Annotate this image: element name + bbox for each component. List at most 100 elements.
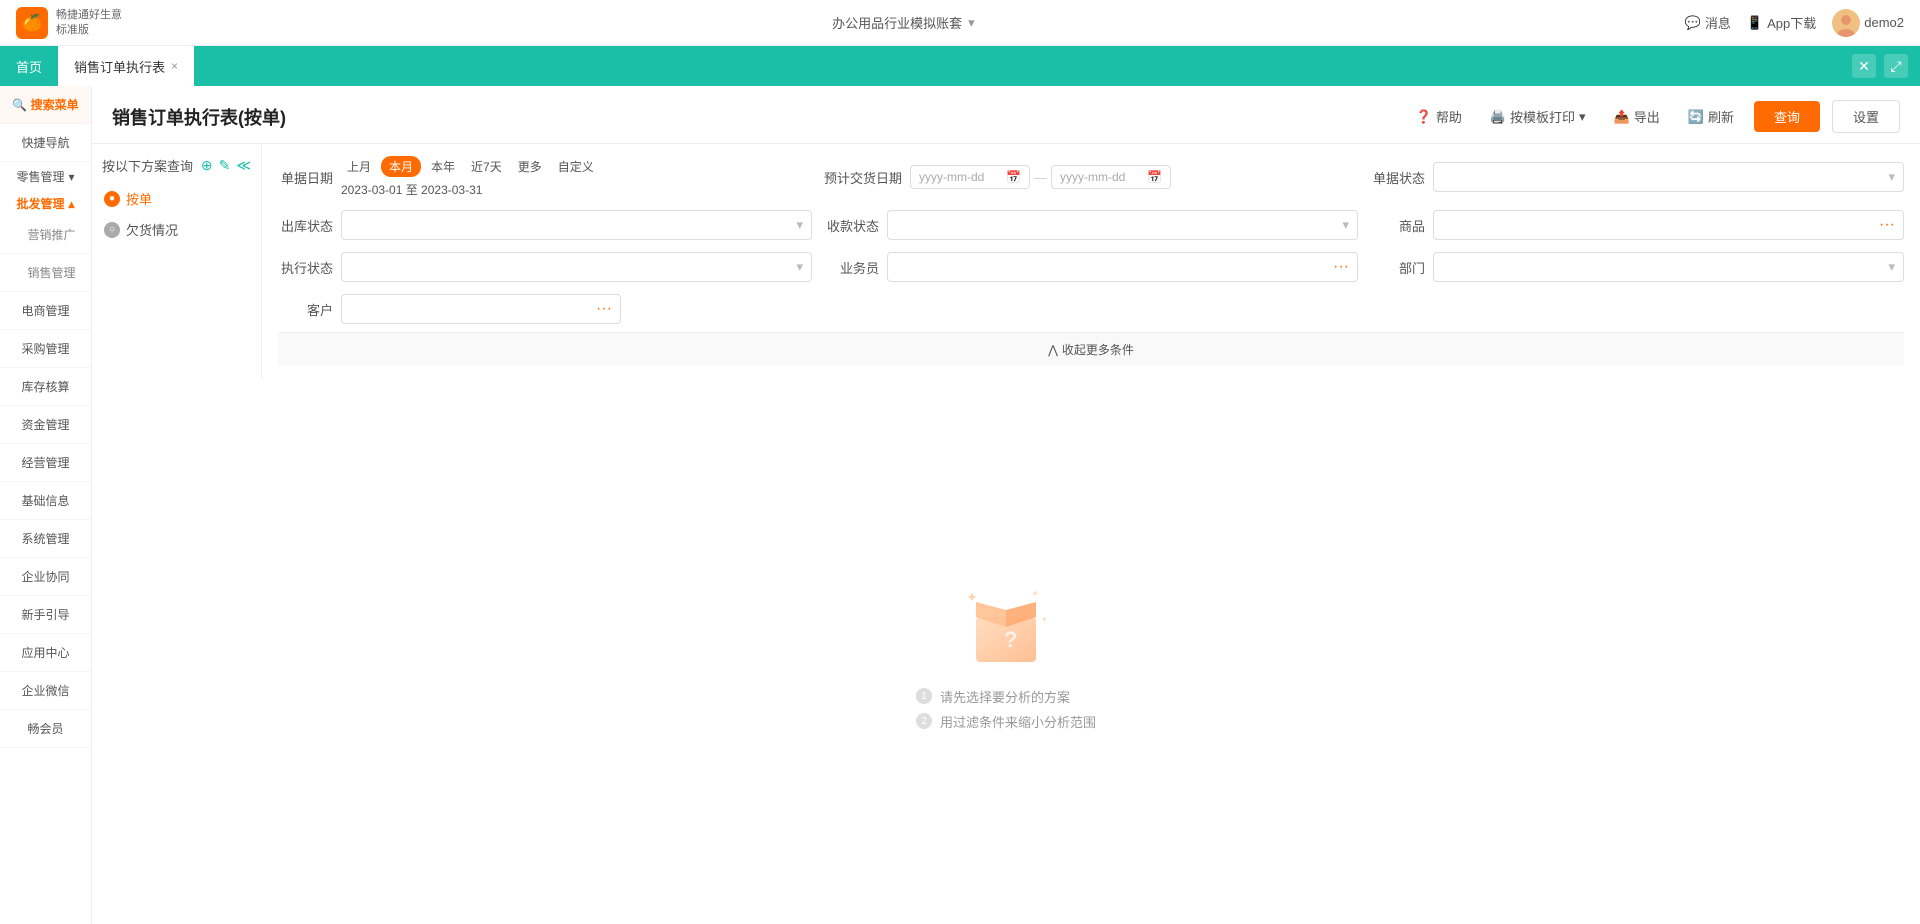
- goods-select[interactable]: ···: [1433, 210, 1904, 240]
- empty-state: ? ✦ ✦ ✦ 1 请先选择要分析的方案 2 用过滤条件来缩小分析范围: [92, 378, 1920, 924]
- sidebar-item-purchase[interactable]: 采购管理: [0, 330, 91, 368]
- collapse-btn[interactable]: ⋀ 收起更多条件: [278, 332, 1904, 366]
- out-status-select[interactable]: ▾: [341, 210, 812, 240]
- refresh-btn[interactable]: 🔄 刷新: [1680, 103, 1742, 130]
- estimated-date-label: 预计交货日期: [824, 168, 902, 187]
- date-range-text: 2023-03-01 至 2023-03-31: [341, 181, 812, 198]
- home-tab-label: 首页: [16, 57, 42, 76]
- main-layout: 🔍 搜索菜单 快捷导航 零售管理 ▾ 批发管理 ▴ 营销推广 销售管理 电商管理…: [0, 86, 1920, 924]
- logo-area: 🍊 畅捷通好生意 标准版: [16, 7, 122, 39]
- sidebar-item-marketing[interactable]: 营销推广: [0, 216, 91, 254]
- date-tab-last-month[interactable]: 上月: [341, 156, 377, 177]
- estimated-date-from[interactable]: yyyy-mm-dd 📅: [910, 165, 1030, 189]
- customer-control: ···: [341, 294, 621, 324]
- date-range-separator: —: [1034, 170, 1047, 185]
- doc-status-label: 单据状态: [1370, 168, 1425, 187]
- center-arrow-icon[interactable]: ▾: [968, 15, 975, 31]
- tab-bar: 首页 销售订单执行表 × ✕ ⤢: [0, 46, 1920, 86]
- app-download-btn[interactable]: 📱 App下载: [1747, 13, 1816, 32]
- tab-active[interactable]: 销售订单执行表 ×: [58, 46, 194, 86]
- filter-inner: 按以下方案查询 ⊕ ✎ ≪ ● 按单 ○ 欠货情况: [92, 144, 1920, 378]
- collapse-plan-icon[interactable]: ≪: [236, 157, 251, 174]
- dept-select[interactable]: ▾: [1433, 252, 1904, 282]
- salesman-label: 业务员: [824, 258, 879, 277]
- sidebar-item-apps[interactable]: 应用中心: [0, 634, 91, 672]
- sidebar-quick-nav[interactable]: 快捷导航: [0, 124, 91, 162]
- sidebar-item-weixin[interactable]: 企业微信: [0, 672, 91, 710]
- sidebar-item-ecommerce[interactable]: 电商管理: [0, 292, 91, 330]
- help-btn[interactable]: ❓ 帮助: [1408, 103, 1470, 130]
- receive-status-label: 收款状态: [824, 216, 879, 235]
- exec-status-select[interactable]: ▾: [341, 252, 812, 282]
- export-btn[interactable]: 📤 导出: [1606, 103, 1668, 130]
- tab-home[interactable]: 首页: [0, 46, 58, 86]
- top-bar-right: 💬 消息 📱 App下载 demo2: [1685, 9, 1904, 37]
- tab-close-btn[interactable]: ×: [171, 59, 178, 73]
- settings-btn[interactable]: 设置: [1832, 100, 1900, 133]
- date-tab-7days[interactable]: 近7天: [465, 156, 508, 177]
- avatar: [1832, 9, 1860, 37]
- receive-status-select[interactable]: ▾: [887, 210, 1358, 240]
- add-plan-icon[interactable]: ⊕: [201, 157, 213, 174]
- doc-status-control: ▾: [1433, 162, 1904, 192]
- query-btn[interactable]: 查询: [1754, 101, 1820, 132]
- top-bar: 🍊 畅捷通好生意 标准版 办公用品行业模拟账套 ▾ 💬 消息 📱 App下载 d…: [0, 0, 1920, 46]
- goods-control: ···: [1433, 210, 1904, 240]
- edit-plan-icon[interactable]: ✎: [219, 157, 231, 174]
- sidebar-item-finance[interactable]: 资金管理: [0, 406, 91, 444]
- filter-row-4: 客户 ···: [278, 294, 1904, 324]
- sidebar-item-inventory[interactable]: 库存核算: [0, 368, 91, 406]
- sidebar-search[interactable]: 🔍 搜索菜单: [0, 86, 91, 124]
- sidebar-item-operations[interactable]: 经营管理: [0, 444, 91, 482]
- filter-item-doc-status: 单据状态 ▾: [1370, 156, 1904, 198]
- print-btn[interactable]: 🖨️ 按模板打印 ▾: [1482, 103, 1594, 130]
- doc-status-select[interactable]: ▾: [1433, 162, 1904, 192]
- content-area: 销售订单执行表(按单) ❓ 帮助 🖨️ 按模板打印 ▾ 📤 导出 🔄 刷新: [92, 86, 1920, 924]
- estimated-date-to[interactable]: yyyy-mm-dd 📅: [1051, 165, 1171, 189]
- out-status-label: 出库状态: [278, 216, 333, 235]
- receive-status-control: ▾: [887, 210, 1358, 240]
- filter-plan-item-shortage[interactable]: ○ 欠货情况: [92, 214, 261, 245]
- date-tab-this-year[interactable]: 本年: [425, 156, 461, 177]
- sidebar-item-system[interactable]: 系统管理: [0, 520, 91, 558]
- message-btn[interactable]: 💬 消息: [1685, 13, 1731, 32]
- doc-status-arrow: ▾: [1888, 169, 1895, 185]
- customer-select[interactable]: ···: [341, 294, 621, 324]
- out-status-control: ▾: [341, 210, 812, 240]
- sidebar-item-enterprise[interactable]: 企业协同: [0, 558, 91, 596]
- filter-container: 按以下方案查询 ⊕ ✎ ≪ ● 按单 ○ 欠货情况: [92, 144, 1920, 378]
- sidebar-item-retail[interactable]: 零售管理 ▾: [0, 162, 91, 189]
- salesman-select[interactable]: ···: [887, 252, 1358, 282]
- date-control: 上月 本月 本年 近7天 更多 自定义 2023-03-01 至 2023-03…: [341, 156, 812, 198]
- empty-tip-2: 2 用过滤条件来缩小分析范围: [916, 712, 1096, 731]
- date-tab-custom[interactable]: 自定义: [552, 156, 600, 177]
- filter-plan-item-order[interactable]: ● 按单: [92, 183, 261, 214]
- tab-bar-actions: ✕ ⤢: [1852, 54, 1920, 78]
- top-bar-left: 🍊 畅捷通好生意 标准版: [16, 7, 122, 39]
- svg-text:✦: ✦: [966, 589, 978, 605]
- empty-tip-1: 1 请先选择要分析的方案: [916, 687, 1096, 706]
- sidebar-item-member[interactable]: 畅会员: [0, 710, 91, 748]
- empty-illustration: ? ✦ ✦ ✦: [956, 572, 1056, 675]
- goods-dots[interactable]: ···: [1879, 216, 1895, 234]
- sidebar-item-sales[interactable]: 销售管理: [0, 254, 91, 292]
- date-tab-more[interactable]: 更多: [512, 156, 548, 177]
- filter-row-1: 单据日期 上月 本月 本年 近7天 更多 自定义: [278, 156, 1904, 198]
- salesman-dots[interactable]: ···: [1333, 258, 1349, 276]
- sidebar-item-newuser[interactable]: 新手引导: [0, 596, 91, 634]
- customer-dots[interactable]: ···: [596, 300, 612, 318]
- date-tab-this-month[interactable]: 本月: [381, 156, 421, 177]
- dept-label: 部门: [1370, 258, 1425, 277]
- app-icon: 📱: [1747, 15, 1763, 31]
- page-header: 销售订单执行表(按单) ❓ 帮助 🖨️ 按模板打印 ▾ 📤 导出 🔄 刷新: [92, 86, 1920, 144]
- filter-sidebar: 按以下方案查询 ⊕ ✎ ≪ ● 按单 ○ 欠货情况: [92, 144, 262, 378]
- top-bar-center: 办公用品行业模拟账套 ▾: [832, 13, 975, 32]
- tab-expand-btn[interactable]: ⤢: [1884, 54, 1908, 78]
- user-menu[interactable]: demo2: [1832, 9, 1904, 37]
- print-arrow-icon: ▾: [1579, 109, 1586, 125]
- exec-status-control: ▾: [341, 252, 812, 282]
- exec-status-label: 执行状态: [278, 258, 333, 277]
- sidebar-item-wholesale[interactable]: 批发管理 ▴: [0, 189, 91, 216]
- sidebar-item-basic[interactable]: 基础信息: [0, 482, 91, 520]
- tab-close-all-btn[interactable]: ✕: [1852, 54, 1876, 78]
